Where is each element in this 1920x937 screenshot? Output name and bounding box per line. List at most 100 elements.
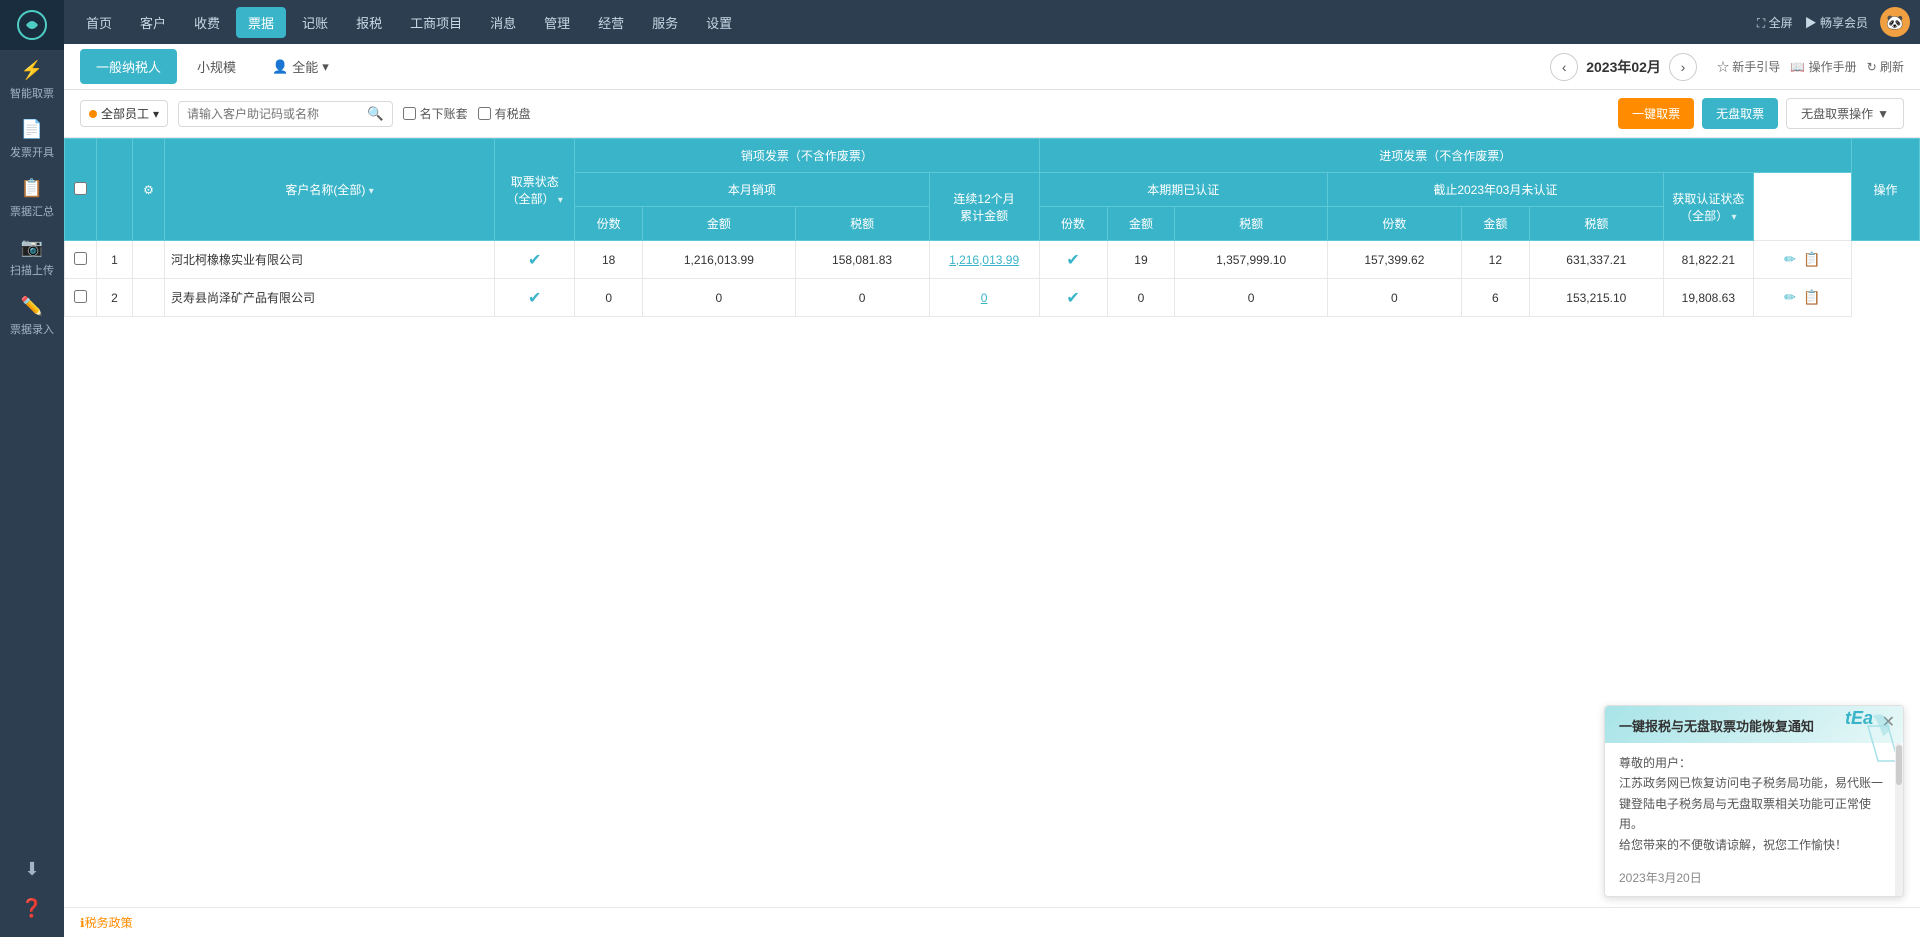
nav-invoice[interactable]: 票据 xyxy=(236,7,286,38)
data-entry-icon: ✏️ xyxy=(21,296,43,317)
row2-unauth-amount: 153,215.10 xyxy=(1529,279,1663,317)
row1-view-btn[interactable]: 📋 xyxy=(1801,249,1822,270)
row2-checkbox[interactable] xyxy=(74,290,87,303)
row1-checkbox-cell xyxy=(65,241,97,279)
has-tax-checkbox[interactable]: 有税盘 xyxy=(478,105,531,122)
notification-body: 尊敬的用户： 江苏政务网已恢复访问电子税务局功能，易代账一 键登陆电子税务局与无… xyxy=(1605,743,1903,865)
avatar[interactable]: 🐼 xyxy=(1880,7,1910,37)
nav-tax[interactable]: 报税 xyxy=(344,7,394,38)
row1-checkbox[interactable] xyxy=(74,252,87,265)
no-disk-fetch-btn[interactable]: 无盘取票 xyxy=(1702,98,1778,129)
sidebar-item-scan-upload[interactable]: 📷 扫描上传 xyxy=(0,227,64,286)
col-monthly-tax: 税额 xyxy=(795,207,929,241)
row1-unauth-count: 12 xyxy=(1461,241,1529,279)
sidebar-item-invoice-summary[interactable]: 📋 票据汇总 xyxy=(0,168,64,227)
col-auth-status: 获取认证状态（全部） ▾ xyxy=(1663,173,1753,241)
sidebar-item-label: 发票开具 xyxy=(10,144,54,160)
invoice-summary-icon: 📋 xyxy=(21,178,43,199)
tab-all-icon: 👤 xyxy=(272,59,288,75)
employee-dropdown-icon: ▾ xyxy=(153,107,159,121)
sidebar-item-help[interactable]: ❓ xyxy=(0,888,64,927)
prev-period-btn[interactable]: ‹ xyxy=(1550,53,1578,81)
nav-message[interactable]: 消息 xyxy=(478,7,528,38)
new-guide-btn[interactable]: ☆ 新手引导 xyxy=(1717,58,1780,75)
sidebar-item-smart-fetch[interactable]: ⚡ 智能取票 xyxy=(0,50,64,109)
sidebar-bottom: ⬇ ❓ xyxy=(0,849,64,937)
row2-auth-status-icon: ✔ xyxy=(1066,290,1079,307)
period-text: 2023年02月 xyxy=(1586,57,1661,77)
sidebar: ⚡ 智能取票 📄 发票开具 📋 票据汇总 📷 扫描上传 ✏️ 票据录入 ⬇ ❓ xyxy=(0,0,64,937)
nav-management[interactable]: 管理 xyxy=(532,7,582,38)
row1-monthly-tax: 158,081.83 xyxy=(795,241,929,279)
sidebar-logo[interactable] xyxy=(0,0,64,50)
next-period-btn[interactable]: › xyxy=(1669,53,1697,81)
row2-view-btn[interactable]: 📋 xyxy=(1801,287,1822,308)
tab-general-taxpayer[interactable]: 一般纳税人 xyxy=(80,49,177,84)
row2-edit-btn[interactable]: ✏ xyxy=(1782,287,1798,308)
fetch-status-filter-icon[interactable]: ▾ xyxy=(558,195,563,206)
notification-header: 一键报税与无盘取票功能恢复通知 ✕ tEa xyxy=(1605,706,1903,743)
nav-customer[interactable]: 客户 xyxy=(128,7,178,38)
col-sales-invoice: 销项发票（不含作废票） xyxy=(575,139,1039,173)
row2-action: ✏ 📋 xyxy=(1753,279,1851,317)
one-click-fetch-btn[interactable]: 一键取票 xyxy=(1618,98,1694,129)
nav-billing[interactable]: 收费 xyxy=(182,7,232,38)
row2-fetch-status-icon: ✔ xyxy=(528,290,541,307)
tab-small-scale[interactable]: 小规模 xyxy=(181,49,252,84)
col-cur-tax: 税额 xyxy=(1175,207,1327,241)
row2-unauth-count: 6 xyxy=(1461,279,1529,317)
auth-filter-icon[interactable]: ▾ xyxy=(1732,212,1737,223)
row1-cur-amount: 1,357,999.10 xyxy=(1175,241,1327,279)
manual-btn[interactable]: 📖 操作手册 xyxy=(1790,58,1856,75)
notification-scrollbar[interactable] xyxy=(1895,743,1903,896)
notification-content: 尊敬的用户： 江苏政务网已恢复访问电子税务局功能，易代账一 键登陆电子税务局与无… xyxy=(1605,743,1903,896)
select-all-checkbox[interactable] xyxy=(74,182,87,195)
sidebar-item-label: 票据录入 xyxy=(10,321,54,337)
nav-home[interactable]: 首页 xyxy=(74,7,124,38)
under-account-checkbox[interactable]: 名下账套 xyxy=(403,105,468,122)
sidebar-item-issue-invoice[interactable]: 📄 发票开具 xyxy=(0,109,64,168)
customer-filter-icon[interactable]: ▾ xyxy=(369,186,374,197)
nav-business[interactable]: 工商项目 xyxy=(398,7,474,38)
tab-bar: 一般纳税人 小规模 👤 全能 ▾ ‹ 2023年02月 › ☆ 新手引导 📖 操… xyxy=(64,44,1920,90)
row2-monthly-count: 0 xyxy=(575,279,643,317)
col-fetch-status: 取票状态（全部） ▾ xyxy=(495,139,575,241)
tax-policy-link[interactable]: 税务政策 xyxy=(85,914,133,931)
col-unauth-count: 份数 xyxy=(1327,207,1461,241)
employee-select[interactable]: 全部员工 ▾ xyxy=(80,100,168,127)
row2-unauth-tax: 19,808.63 xyxy=(1663,279,1753,317)
nav-operations[interactable]: 经营 xyxy=(586,7,636,38)
sidebar-item-data-entry[interactable]: ✏️ 票据录入 xyxy=(0,286,64,345)
search-input[interactable] xyxy=(179,103,359,125)
search-button[interactable]: 🔍 xyxy=(359,102,392,126)
sidebar-item-download[interactable]: ⬇ xyxy=(0,849,64,888)
row1-cum-amount: 1,216,013.99 xyxy=(929,241,1039,279)
notification-popup: 一键报税与无盘取票功能恢复通知 ✕ tEa 尊敬的用户： 江苏政务网已恢复访问电… xyxy=(1604,705,1904,897)
fullscreen-btn[interactable]: ⛶ 全屏 xyxy=(1757,14,1793,31)
no-disk-ops-btn[interactable]: 无盘取票操作 ▼ xyxy=(1786,98,1904,129)
membership-btn[interactable]: ▶ 畅享会员 xyxy=(1805,14,1868,31)
tab-all[interactable]: 👤 全能 ▾ xyxy=(256,49,345,84)
row1-cum-link[interactable]: 1,216,013.99 xyxy=(949,253,1019,267)
scroll-thumb xyxy=(1896,745,1902,785)
tab-nav: ‹ 2023年02月 › xyxy=(1550,53,1697,81)
refresh-btn[interactable]: ↻ 刷新 xyxy=(1867,58,1904,75)
col-unauth-tax: 税额 xyxy=(1529,207,1663,241)
under-account-check[interactable] xyxy=(403,107,416,120)
row1-edit-btn[interactable]: ✏ xyxy=(1782,249,1798,270)
row2-no: 2 xyxy=(97,279,133,317)
row1-customer: 河北柯橡橡实业有限公司 xyxy=(165,241,495,279)
sidebar-item-label: 扫描上传 xyxy=(10,262,54,278)
employee-dot xyxy=(89,110,97,118)
col-purchase-invoice: 进项发票（不含作废票） xyxy=(1039,139,1851,173)
download-icon: ⬇ xyxy=(24,859,39,880)
col-monthly-sales: 本月销项 xyxy=(575,173,929,207)
row2-cum-link[interactable]: 0 xyxy=(981,291,988,305)
help-icon: ❓ xyxy=(21,898,43,919)
nav-bookkeeping[interactable]: 记账 xyxy=(290,7,340,38)
tab-actions: ☆ 新手引导 📖 操作手册 ↻ 刷新 xyxy=(1717,58,1904,75)
nav-service[interactable]: 服务 xyxy=(640,7,690,38)
nav-settings[interactable]: 设置 xyxy=(694,7,744,38)
has-tax-check[interactable] xyxy=(478,107,491,120)
row2-checkbox-cell xyxy=(65,279,97,317)
